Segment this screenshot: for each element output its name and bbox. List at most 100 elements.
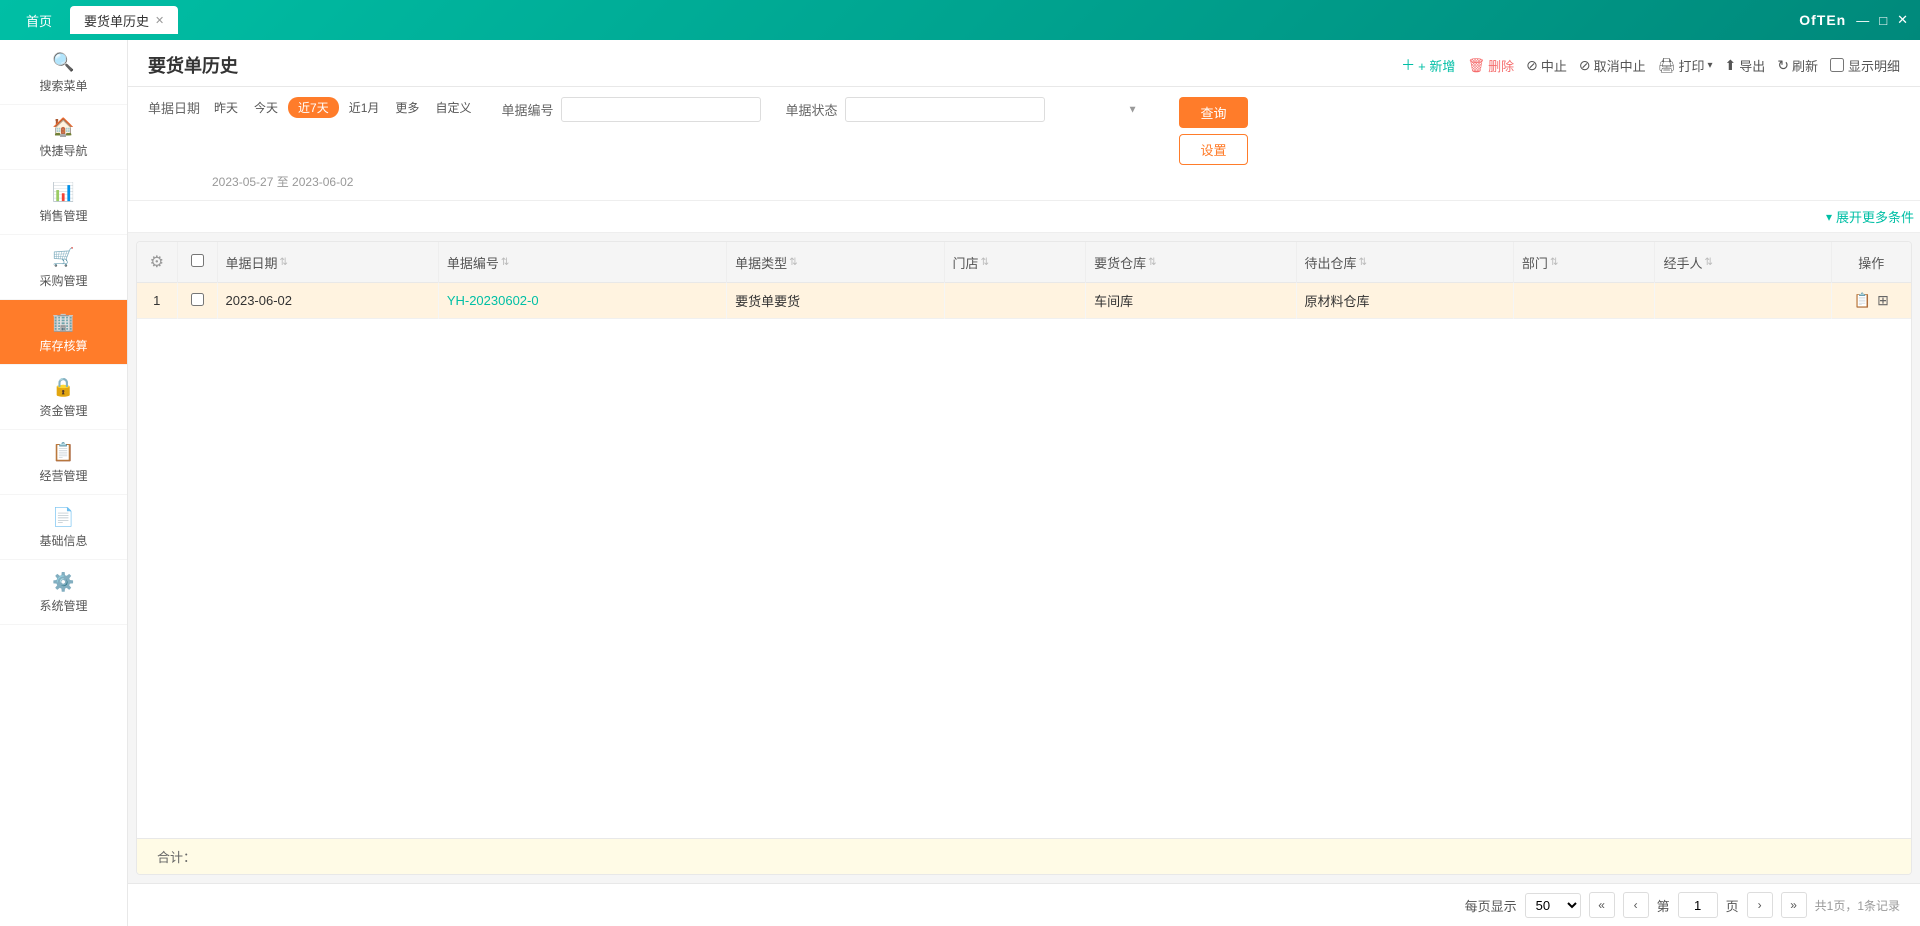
new-button[interactable]: ＋ + 新增: [1401, 55, 1455, 75]
delete-label: 删除: [1488, 56, 1514, 75]
table-container: ⚙ 单据日期 ⇅: [136, 241, 1912, 875]
td-req-warehouse: 车间库: [1086, 283, 1296, 319]
date-shortcut-today[interactable]: 今天: [248, 97, 284, 118]
sort-dept-icon[interactable]: ⇅: [1550, 257, 1558, 268]
summary-label: 合计：: [157, 847, 196, 866]
finance-mgmt-icon: 🔒: [52, 377, 74, 398]
date-shortcut-7days[interactable]: 近7天: [288, 97, 339, 118]
date-range-group: 2023-05-27 至 2023-06-02: [148, 171, 353, 190]
row-edit-icon[interactable]: 📋: [1854, 292, 1871, 309]
th-checkbox: [177, 242, 217, 283]
prev-page-button[interactable]: ‹: [1623, 892, 1649, 918]
first-page-button[interactable]: «: [1589, 892, 1615, 918]
order-no-input[interactable]: [561, 97, 761, 122]
sidebar-item-search-menu[interactable]: 🔍 搜索菜单: [0, 40, 127, 105]
sales-mgmt-icon: 📊: [52, 182, 74, 203]
table-settings-icon[interactable]: ⚙: [150, 254, 164, 271]
refresh-button[interactable]: ↻ 刷新: [1777, 56, 1818, 75]
print-dropdown-icon[interactable]: ▾: [1707, 60, 1712, 71]
print-button[interactable]: 🖨 打印 ▾: [1658, 56, 1713, 75]
export-label: 导出: [1739, 56, 1765, 75]
display-cell-checkbox[interactable]: [1830, 58, 1844, 72]
sidebar: 🔍 搜索菜单 🏠 快捷导航 📊 销售管理 🛒 采购管理 🏢 库存核算 🔒 资金管…: [0, 40, 128, 926]
sidebar-item-basic-info-label: 基础信息: [39, 532, 87, 549]
td-action: 📋 ⊞: [1831, 283, 1911, 319]
sidebar-item-quick-nav[interactable]: 🏠 快捷导航: [0, 105, 127, 170]
row-req-warehouse: 车间库: [1094, 294, 1133, 309]
query-button[interactable]: 查询: [1179, 97, 1247, 128]
sidebar-item-quick-nav-label: 快捷导航: [39, 142, 87, 159]
expand-button[interactable]: ▾ 展开更多条件: [1826, 207, 1914, 226]
sort-req-warehouse-icon[interactable]: ⇅: [1148, 257, 1156, 268]
sort-pending-warehouse-icon[interactable]: ⇅: [1359, 257, 1367, 268]
sidebar-item-finance-mgmt[interactable]: 🔒 资金管理: [0, 365, 127, 430]
sidebar-item-sales-mgmt[interactable]: 📊 销售管理: [0, 170, 127, 235]
page-number-input[interactable]: [1678, 892, 1718, 918]
last-page-button[interactable]: »: [1781, 892, 1807, 918]
td-store: [944, 283, 1086, 319]
page-label-before: 第: [1657, 896, 1670, 915]
date-shortcuts: 昨天 今天 近7天 近1月 更多 自定义: [208, 97, 477, 118]
window-close[interactable]: ✕: [1897, 12, 1908, 28]
date-shortcut-more[interactable]: 更多: [389, 97, 425, 118]
row-pending-warehouse: 原材料仓库: [1305, 294, 1370, 309]
page-title: 要货单历史: [148, 52, 238, 78]
status-select[interactable]: [845, 97, 1045, 122]
tab-home-label: 首页: [26, 11, 52, 30]
status-select-wrapper: [845, 97, 1145, 122]
select-all-checkbox[interactable]: [191, 254, 204, 267]
stop-button[interactable]: ⊘ 中止: [1526, 56, 1567, 75]
sidebar-item-system-mgmt[interactable]: ⚙️ 系统管理: [0, 560, 127, 625]
date-shortcut-yesterday[interactable]: 昨天: [208, 97, 244, 118]
page-size-select[interactable]: 10 20 50 100: [1525, 893, 1581, 918]
cancel-stop-button[interactable]: ⊘ 取消中止: [1579, 56, 1646, 75]
table-body: 1 2023-06-02 YH-20230602-0: [137, 283, 1911, 319]
order-no-label: 单据编号: [501, 100, 553, 119]
th-req-warehouse: 要货仓库 ⇅: [1086, 242, 1296, 283]
operations-mgmt-icon: 📋: [52, 442, 74, 463]
delete-button[interactable]: 🗑 删除: [1467, 56, 1514, 75]
row-date: 2023-06-02: [226, 293, 293, 308]
sort-type-icon[interactable]: ⇅: [789, 257, 797, 268]
tab-requisition-history[interactable]: 要货单历史 ✕: [70, 6, 178, 34]
content-area: 要货单历史 ＋ + 新增 🗑 删除 ⊘ 中止 ⊘ 取消中止: [128, 40, 1920, 926]
row-checkbox[interactable]: [191, 293, 204, 306]
stop-label: 中止: [1541, 56, 1567, 75]
table-scroll[interactable]: ⚙ 单据日期 ⇅: [137, 242, 1911, 838]
system-mgmt-icon: ⚙️: [52, 572, 74, 593]
date-shortcut-custom[interactable]: 自定义: [429, 97, 477, 118]
sort-handler-icon[interactable]: ⇅: [1704, 257, 1712, 268]
row-detail-icon[interactable]: ⊞: [1877, 292, 1889, 309]
sidebar-item-sales-mgmt-label: 销售管理: [39, 207, 87, 224]
th-date-label: 单据日期: [226, 253, 278, 272]
th-req-warehouse-label: 要货仓库: [1094, 253, 1146, 272]
window-minimize[interactable]: —: [1856, 13, 1869, 28]
display-cell-button[interactable]: 显示明细: [1830, 56, 1900, 75]
sort-date-icon[interactable]: ⇅: [280, 257, 288, 268]
sort-store-icon[interactable]: ⇅: [981, 257, 989, 268]
window-maximize[interactable]: □: [1879, 13, 1887, 28]
sidebar-item-inventory[interactable]: 🏢 库存核算: [0, 300, 127, 365]
row-order-no[interactable]: YH-20230602-0: [447, 293, 539, 308]
stop-icon: ⊘: [1526, 57, 1538, 74]
tab-home[interactable]: 首页: [12, 6, 66, 34]
th-date: 单据日期 ⇅: [217, 242, 438, 283]
page-label-after: 页: [1726, 896, 1739, 915]
settings-button[interactable]: 设置: [1179, 134, 1247, 165]
export-button[interactable]: ⬆ 导出: [1724, 56, 1765, 75]
th-action-label: 操作: [1858, 256, 1884, 271]
sidebar-item-system-mgmt-label: 系统管理: [39, 597, 87, 614]
sidebar-item-purchase-mgmt[interactable]: 🛒 采购管理: [0, 235, 127, 300]
refresh-label: 刷新: [1792, 56, 1818, 75]
sidebar-item-operations-mgmt[interactable]: 📋 经营管理: [0, 430, 127, 495]
next-page-button[interactable]: ›: [1747, 892, 1773, 918]
expand-label: 展开更多条件: [1836, 207, 1914, 226]
sort-order-no-icon[interactable]: ⇅: [501, 257, 509, 268]
date-shortcut-1month[interactable]: 近1月: [343, 97, 386, 118]
sidebar-item-basic-info[interactable]: 📄 基础信息: [0, 495, 127, 560]
action-icons: 📋 ⊞: [1840, 292, 1904, 309]
th-store: 门店 ⇅: [944, 242, 1086, 283]
th-type: 单据类型 ⇅: [727, 242, 944, 283]
close-icon[interactable]: ✕: [155, 14, 164, 27]
td-checkbox: [177, 283, 217, 319]
